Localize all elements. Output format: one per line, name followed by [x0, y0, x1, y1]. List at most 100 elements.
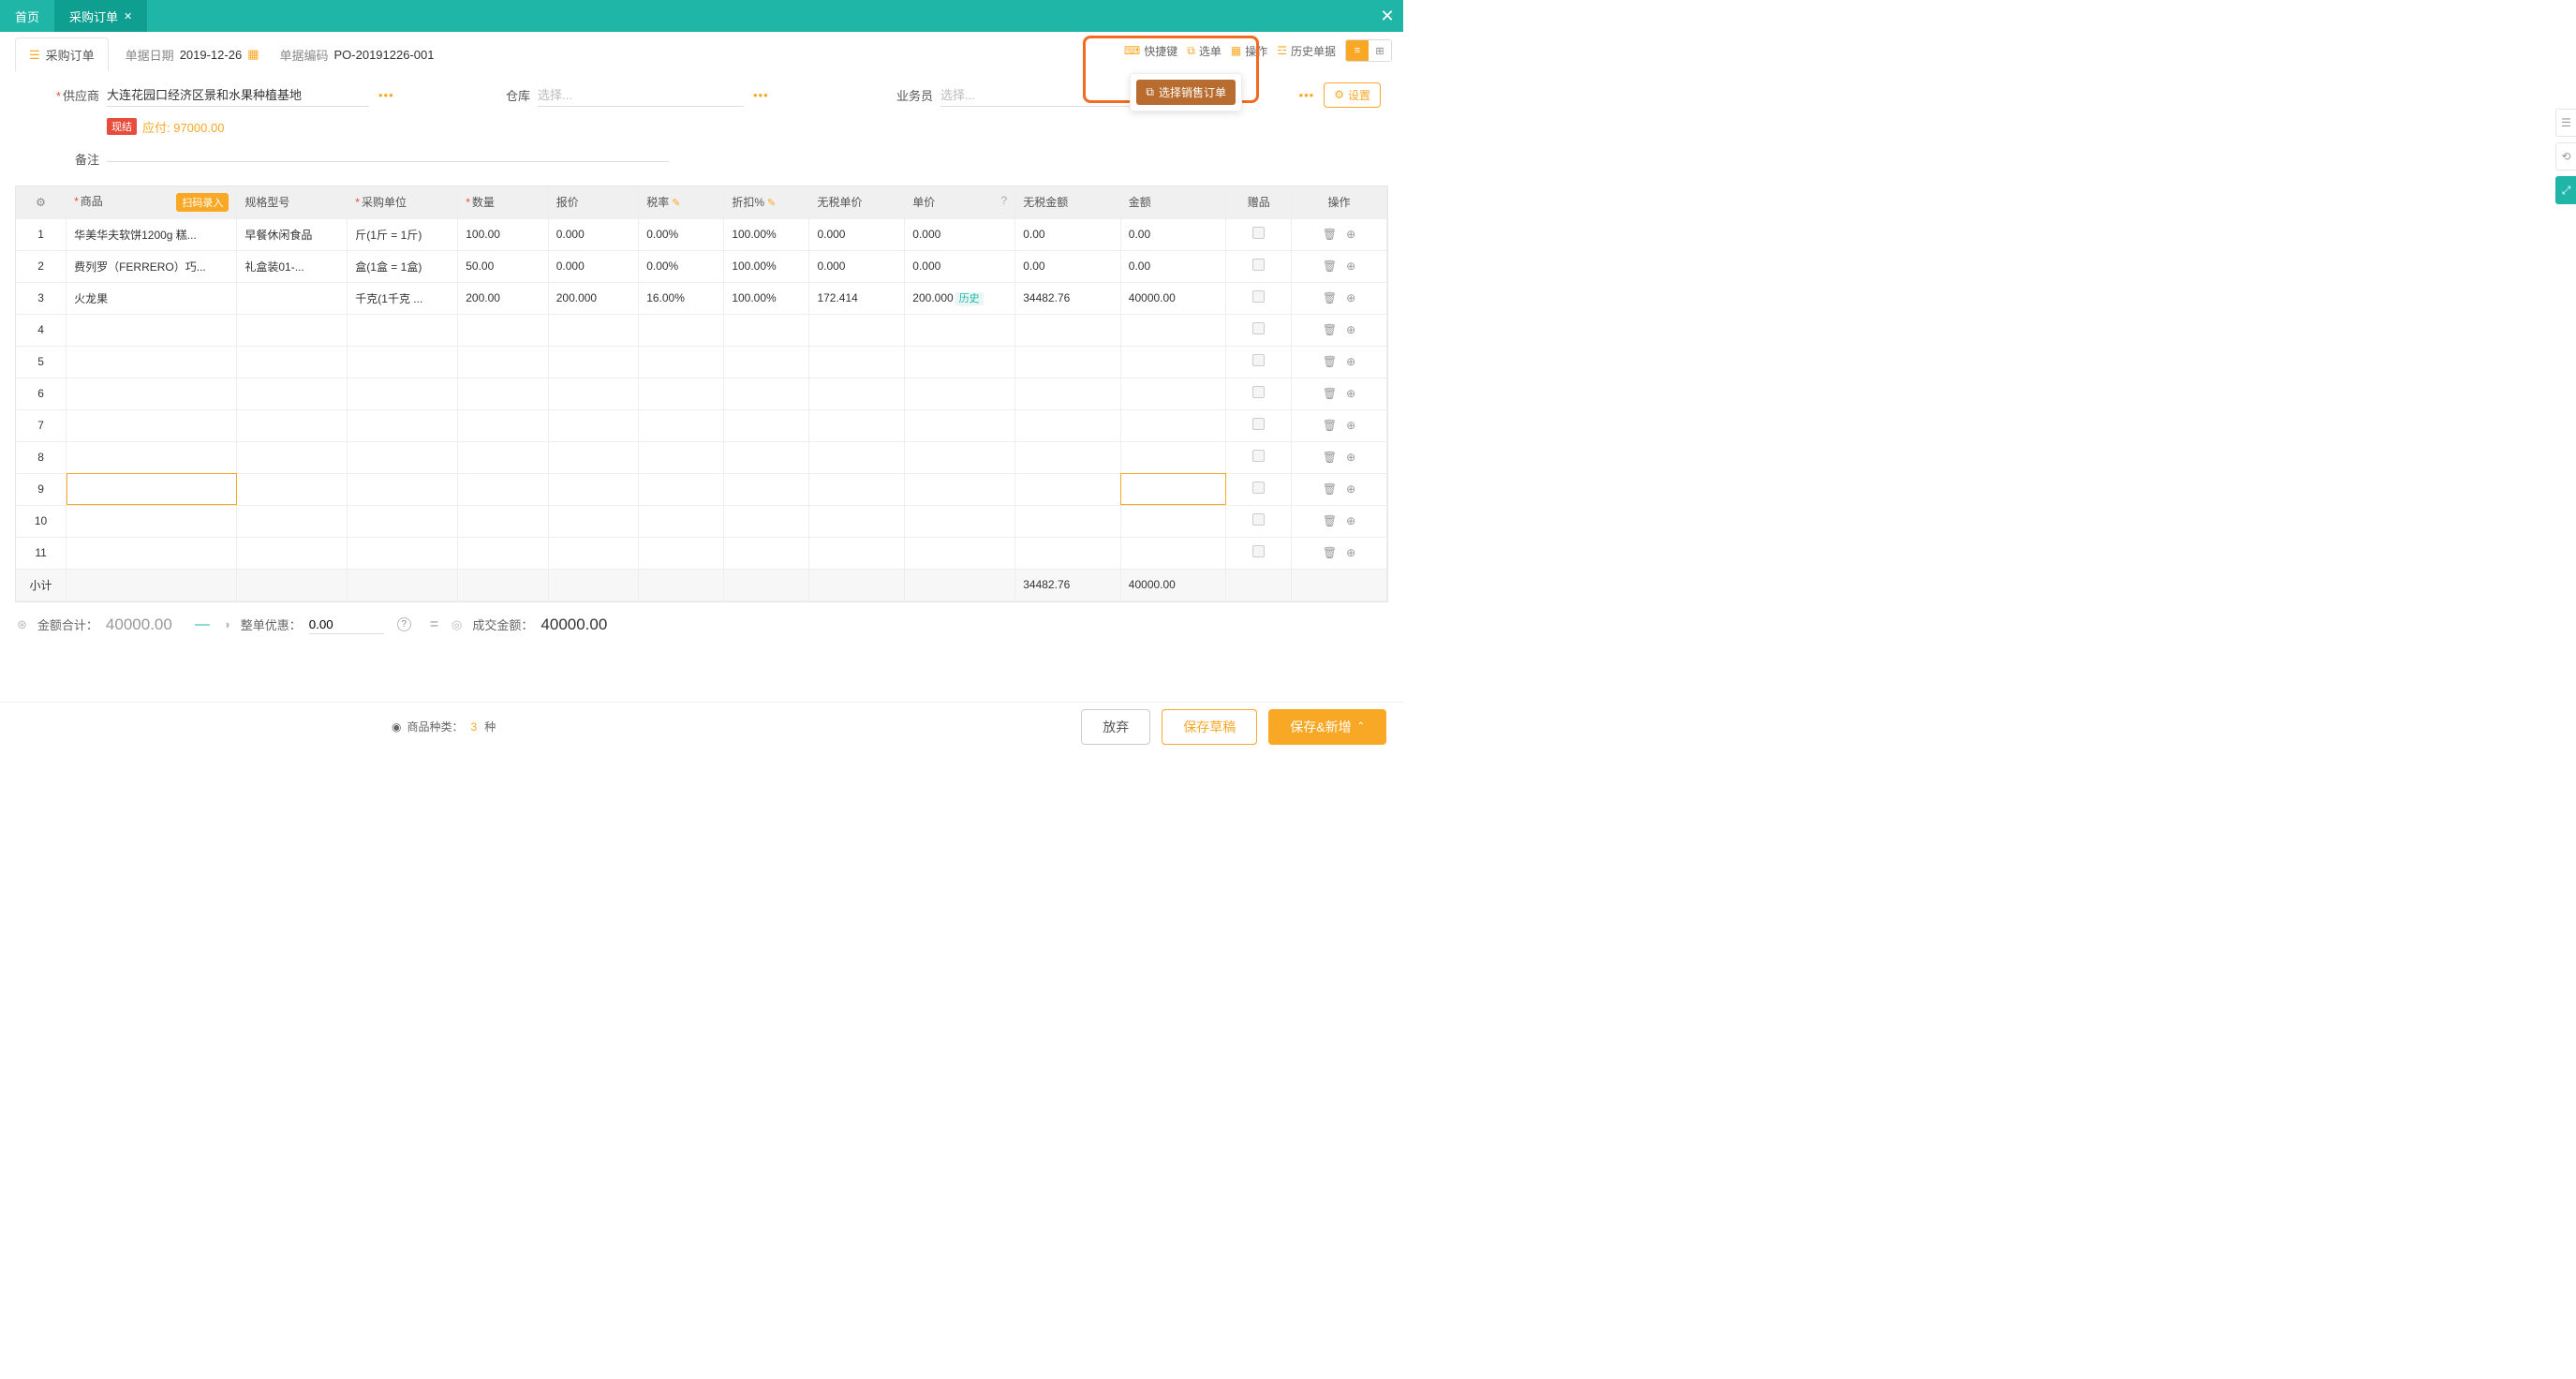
save-new-button[interactable]: 保存&新增⌃ [1268, 709, 1386, 745]
select-order-link[interactable]: ⧉选单 [1187, 43, 1221, 59]
cell-tax[interactable] [639, 346, 724, 378]
gift-checkbox[interactable] [1252, 482, 1265, 494]
cell-gift[interactable] [1226, 250, 1292, 282]
cell-amount[interactable] [1120, 314, 1226, 346]
table-row[interactable]: 5🗑⊕ [16, 346, 1387, 378]
cell-untax-price[interactable]: 0.000 [809, 250, 905, 282]
cell-price[interactable] [905, 409, 1015, 441]
cell-price[interactable] [905, 314, 1015, 346]
sub-tab-order[interactable]: ☰ 采购订单 [15, 37, 109, 71]
cell-unit[interactable] [348, 537, 458, 569]
cell-qty[interactable] [458, 314, 548, 346]
gift-checkbox[interactable] [1252, 545, 1265, 557]
cell-unit[interactable] [348, 346, 458, 378]
delete-row-icon[interactable]: 🗑 [1323, 451, 1337, 464]
cell-quote[interactable]: 0.000 [548, 218, 638, 250]
cell-amount[interactable]: 0.00 [1120, 218, 1226, 250]
cell-product[interactable] [67, 537, 237, 569]
cell-unit[interactable] [348, 505, 458, 537]
cell-price[interactable] [905, 346, 1015, 378]
help-icon[interactable]: ? [397, 617, 411, 631]
cell-qty[interactable] [458, 537, 548, 569]
cell-quote[interactable]: 0.000 [548, 250, 638, 282]
cell-gift[interactable] [1226, 346, 1292, 378]
gift-checkbox[interactable] [1252, 386, 1265, 398]
tab-home[interactable]: 首页 [0, 0, 54, 32]
cell-price[interactable]: 0.000 [905, 250, 1015, 282]
cell-unit[interactable] [348, 314, 458, 346]
disc-input[interactable] [309, 615, 384, 634]
window-close-icon[interactable]: ✕ [1371, 0, 1403, 32]
cell-gift[interactable] [1226, 505, 1292, 537]
delete-row-icon[interactable]: 🗑 [1323, 355, 1337, 368]
cell-spec[interactable] [237, 409, 348, 441]
cell-qty[interactable] [458, 409, 548, 441]
cell-qty[interactable] [458, 346, 548, 378]
gift-checkbox[interactable] [1252, 513, 1265, 526]
cell-tax[interactable]: 16.00% [639, 282, 724, 314]
cell-tax[interactable] [639, 378, 724, 409]
ops-link[interactable]: ▦操作 [1231, 43, 1267, 59]
cell-untax-amount[interactable] [1015, 505, 1121, 537]
save-draft-button[interactable]: 保存草稿 [1162, 709, 1257, 745]
cell-untax-amount[interactable]: 34482.76 [1015, 282, 1121, 314]
cell-untax-amount[interactable]: 0.00 [1015, 218, 1121, 250]
gift-checkbox[interactable] [1252, 322, 1265, 334]
table-row[interactable]: 11🗑⊕ [16, 537, 1387, 569]
cell-spec[interactable] [237, 505, 348, 537]
scan-button[interactable]: 扫码录入 [176, 193, 229, 212]
cell-quote[interactable] [548, 409, 638, 441]
cell-product[interactable] [67, 378, 237, 409]
add-row-icon[interactable]: ⊕ [1346, 419, 1355, 432]
add-row-icon[interactable]: ⊕ [1346, 228, 1355, 241]
cell-untax-amount[interactable] [1015, 378, 1121, 409]
cell-spec[interactable]: 礼盒装01-... [237, 250, 348, 282]
cell-amount[interactable] [1120, 441, 1226, 473]
gift-checkbox[interactable] [1252, 354, 1265, 366]
cell-untax-price[interactable] [809, 537, 905, 569]
cell-untax-price[interactable] [809, 441, 905, 473]
edit-icon[interactable]: ✎ [672, 198, 680, 209]
cell-gift[interactable] [1226, 537, 1292, 569]
cell-untax-price[interactable] [809, 346, 905, 378]
cell-price[interactable] [905, 441, 1015, 473]
cell-tax[interactable] [639, 537, 724, 569]
cell-tax[interactable] [639, 314, 724, 346]
add-row-icon[interactable]: ⊕ [1346, 323, 1355, 336]
col-gear[interactable]: ⚙ [16, 186, 67, 218]
cell-discount[interactable]: 100.00% [724, 282, 809, 314]
add-row-icon[interactable]: ⊕ [1346, 514, 1355, 527]
cell-discount[interactable] [724, 505, 809, 537]
gift-checkbox[interactable] [1252, 290, 1265, 303]
cell-unit[interactable] [348, 409, 458, 441]
cell-tax[interactable]: 0.00% [639, 218, 724, 250]
cell-product[interactable]: 华美华夫软饼1200g 糕... [67, 218, 237, 250]
cell-product[interactable] [67, 505, 237, 537]
tab-close-icon[interactable]: ✕ [124, 10, 132, 22]
cell-gift[interactable] [1226, 409, 1292, 441]
cell-gift[interactable] [1226, 441, 1292, 473]
cell-product[interactable]: 火龙果 [67, 282, 237, 314]
cell-amount[interactable]: 40000.00 [1120, 282, 1226, 314]
cell-spec[interactable] [237, 537, 348, 569]
cell-untax-price[interactable] [809, 473, 905, 505]
cell-qty[interactable] [458, 441, 548, 473]
cell-untax-amount[interactable] [1015, 314, 1121, 346]
cell-unit[interactable]: 盒(1盒 = 1盒) [348, 250, 458, 282]
cell-untax-amount[interactable] [1015, 473, 1121, 505]
cell-spec[interactable]: 早餐休闲食品 [237, 218, 348, 250]
cell-amount[interactable]: 0.00 [1120, 250, 1226, 282]
cell-untax-amount[interactable] [1015, 441, 1121, 473]
table-row[interactable]: 8🗑⊕ [16, 441, 1387, 473]
cell-spec[interactable] [237, 282, 348, 314]
cell-discount[interactable]: 100.00% [724, 218, 809, 250]
cell-price[interactable]: 0.000 [905, 218, 1015, 250]
delete-row-icon[interactable]: 🗑 [1323, 419, 1337, 432]
cell-untax-price[interactable]: 172.414 [809, 282, 905, 314]
gift-checkbox[interactable] [1252, 418, 1265, 430]
cell-qty[interactable] [458, 473, 548, 505]
tab-order[interactable]: 采购订单 ✕ [54, 0, 147, 32]
cell-amount[interactable] [1120, 473, 1226, 505]
delete-row-icon[interactable]: 🗑 [1323, 546, 1337, 559]
view-grid-icon[interactable]: ⊞ [1369, 40, 1391, 61]
